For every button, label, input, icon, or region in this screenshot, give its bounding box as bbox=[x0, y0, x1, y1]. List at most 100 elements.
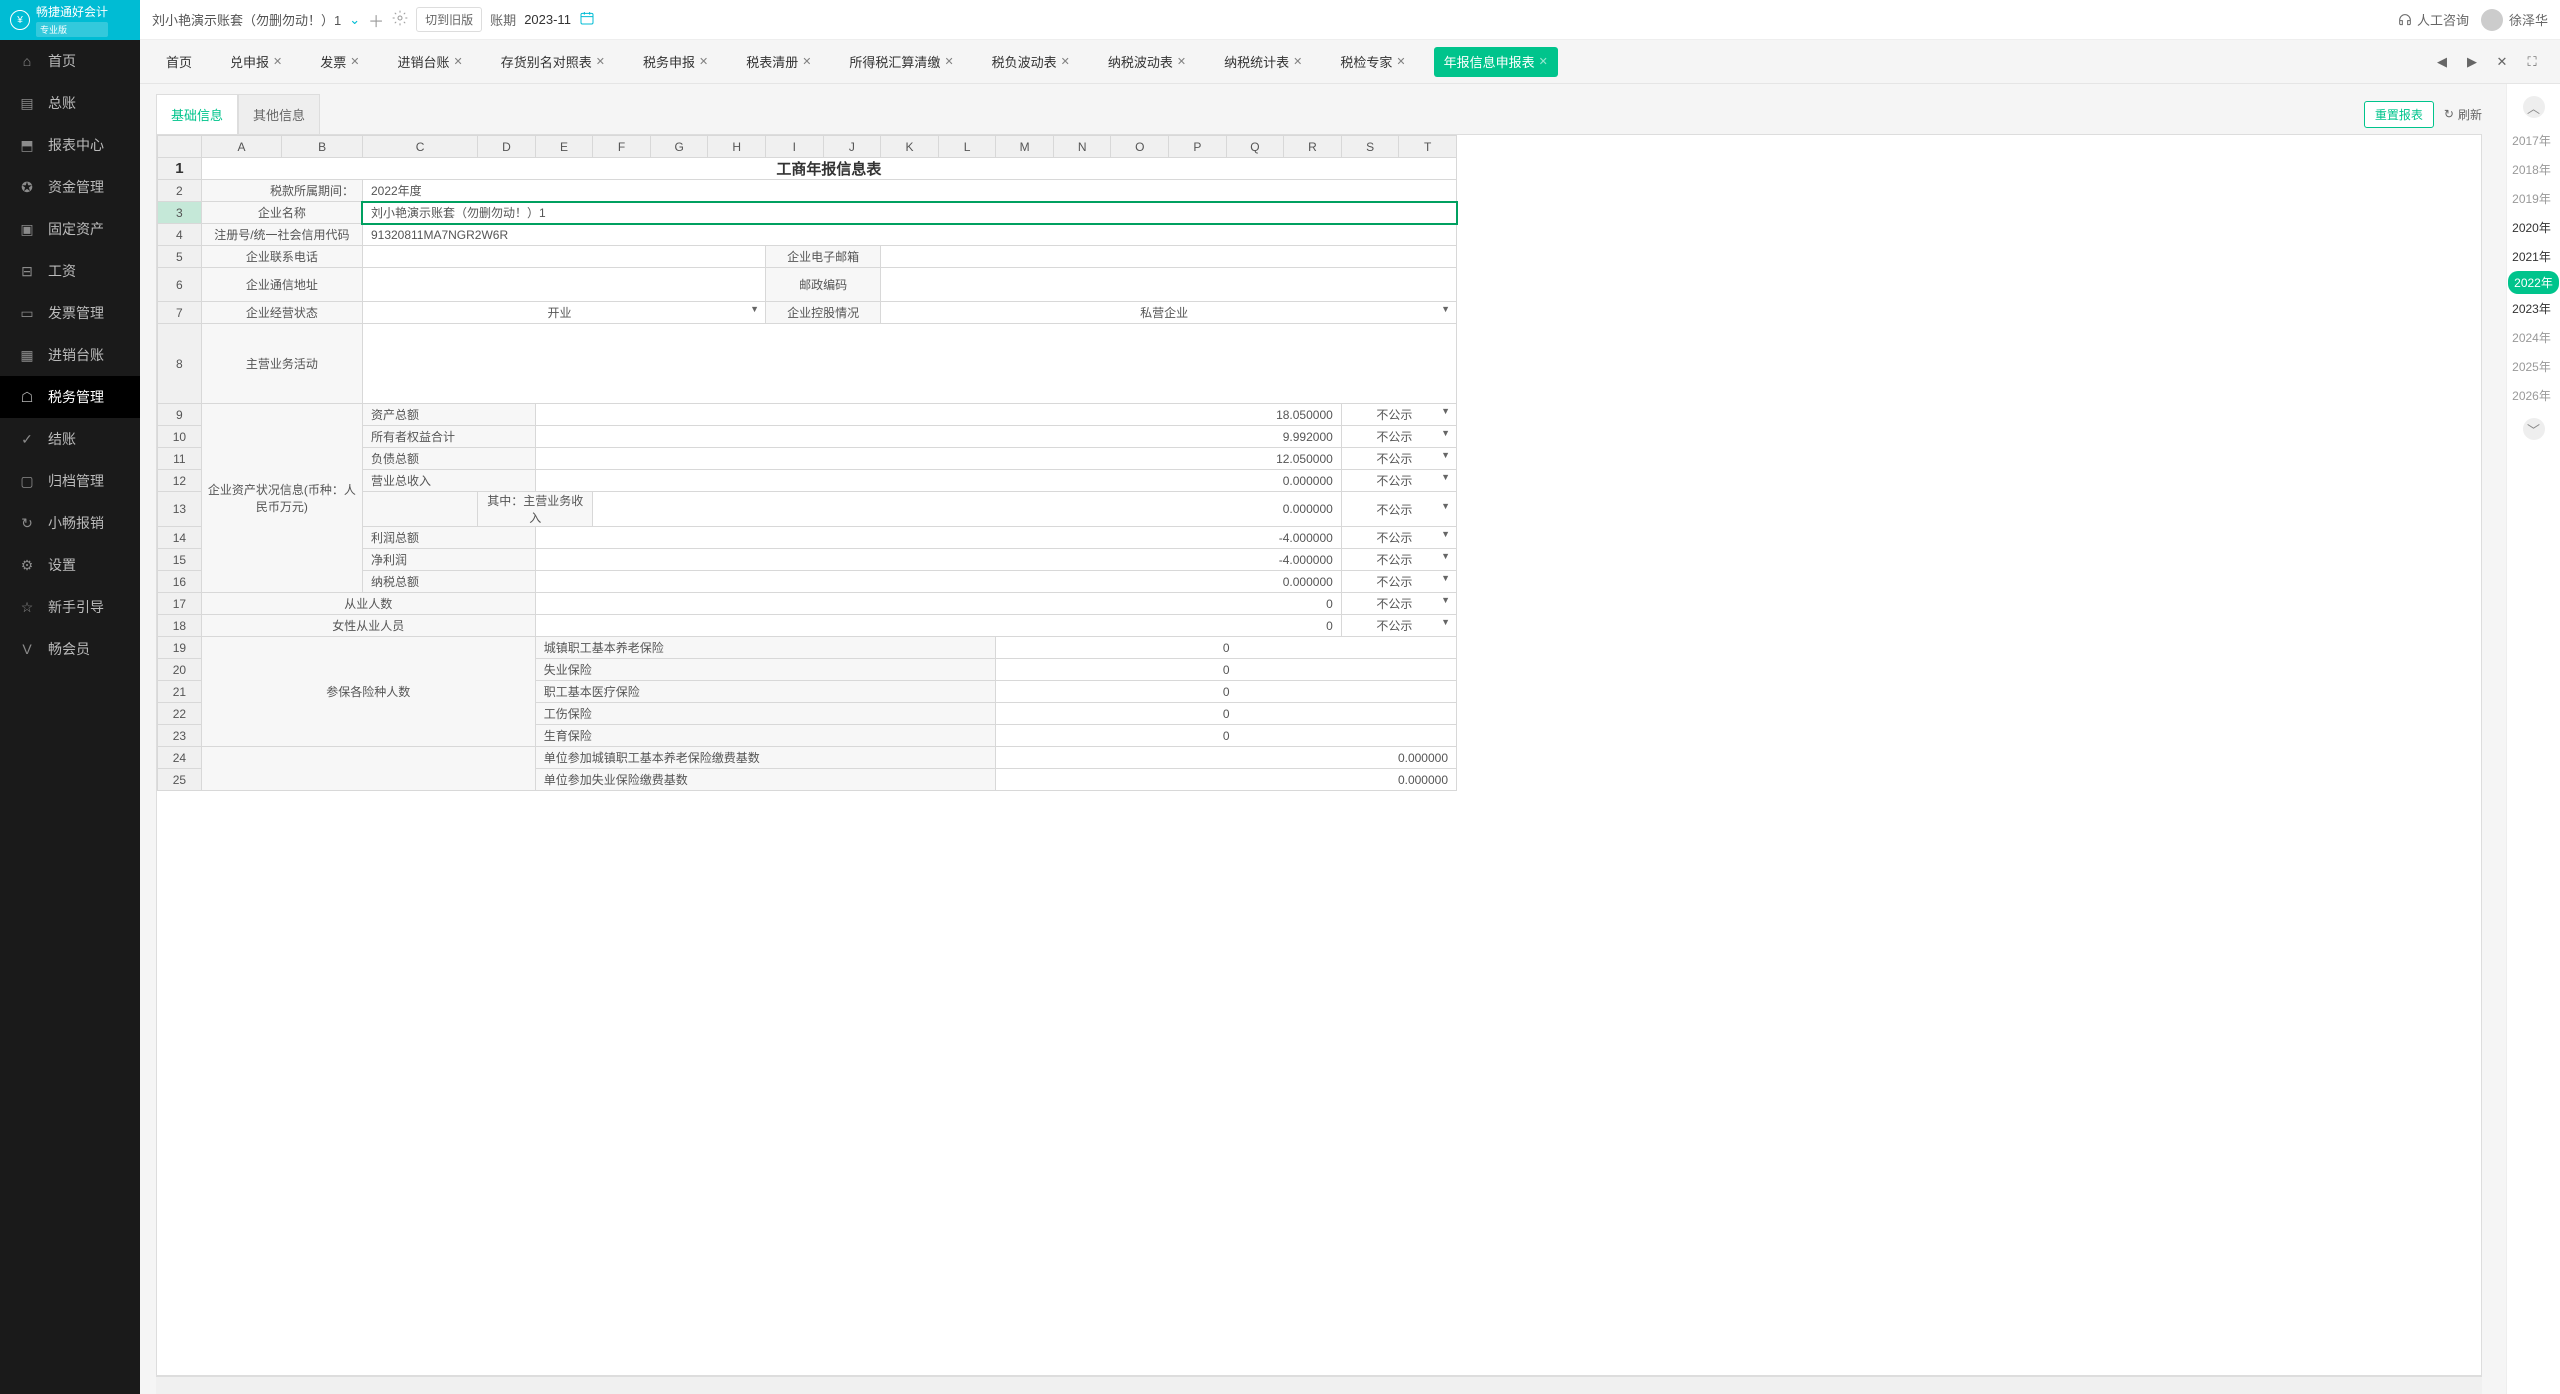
add-account-button[interactable]: ＋ bbox=[368, 8, 384, 32]
tab-close-icon[interactable]: ✕ bbox=[273, 55, 282, 68]
nav-item-14[interactable]: V畅会员 bbox=[0, 628, 140, 670]
row-header[interactable]: 22 bbox=[158, 703, 202, 725]
row-header[interactable]: 1 bbox=[158, 158, 202, 180]
col-header[interactable]: Q bbox=[1226, 136, 1284, 158]
insurance-value[interactable]: 0 bbox=[996, 659, 1457, 681]
subtab-basic[interactable]: 基础信息 bbox=[156, 94, 238, 134]
publish-select[interactable]: 不公示 bbox=[1341, 571, 1456, 593]
tab-close-icon[interactable]: ✕ bbox=[944, 55, 953, 68]
tab-close-icon[interactable]: ✕ bbox=[1061, 55, 1070, 68]
status-value[interactable]: 开业 bbox=[362, 302, 765, 324]
col-header[interactable]: N bbox=[1053, 136, 1111, 158]
row-header[interactable]: 9 bbox=[158, 404, 202, 426]
nav-item-7[interactable]: ▦进销台账 bbox=[0, 334, 140, 376]
tab-2[interactable]: 发票✕ bbox=[310, 47, 369, 77]
col-header[interactable]: A bbox=[201, 136, 282, 158]
fin-value[interactable]: 0.000000 bbox=[535, 571, 1341, 593]
year-item[interactable]: 2019年 bbox=[2508, 184, 2559, 213]
nav-item-6[interactable]: ▭发票管理 bbox=[0, 292, 140, 334]
tab-0[interactable]: 首页 bbox=[156, 47, 202, 77]
row-header[interactable]: 13 bbox=[158, 492, 202, 527]
publish-select[interactable]: 不公示 bbox=[1341, 448, 1456, 470]
col-header[interactable]: E bbox=[535, 136, 593, 158]
tab-10[interactable]: 纳税统计表✕ bbox=[1214, 47, 1312, 77]
year-item[interactable]: 2018年 bbox=[2508, 155, 2559, 184]
nav-item-4[interactable]: ▣固定资产 bbox=[0, 208, 140, 250]
row-header[interactable]: 16 bbox=[158, 571, 202, 593]
row-header[interactable]: 2 bbox=[158, 180, 202, 202]
row-header[interactable]: 5 bbox=[158, 246, 202, 268]
col-header[interactable]: O bbox=[1111, 136, 1169, 158]
year-item[interactable]: 2022年 bbox=[2508, 271, 2559, 294]
insurance-value[interactable]: 0 bbox=[996, 725, 1457, 747]
row-header[interactable]: 10 bbox=[158, 426, 202, 448]
publish-select[interactable]: 不公示 bbox=[1341, 426, 1456, 448]
fin-value[interactable]: 12.050000 bbox=[535, 448, 1341, 470]
row-header[interactable]: 20 bbox=[158, 659, 202, 681]
tab-12[interactable]: 年报信息申报表✕ bbox=[1434, 47, 1558, 77]
fullscreen-button[interactable]: ⛶ bbox=[2520, 50, 2544, 74]
year-item[interactable]: 2021年 bbox=[2508, 242, 2559, 271]
support-link[interactable]: 人工咨询 bbox=[2397, 10, 2469, 29]
row-header[interactable]: 17 bbox=[158, 593, 202, 615]
nav-item-12[interactable]: ⚙设置 bbox=[0, 544, 140, 586]
switch-old-button[interactable]: 切到旧版 bbox=[416, 7, 482, 32]
corner-cell[interactable] bbox=[158, 136, 202, 158]
horizontal-scrollbar[interactable] bbox=[156, 1376, 2482, 1394]
fin-value[interactable]: -4.000000 bbox=[535, 549, 1341, 571]
publish-select[interactable]: 不公示 bbox=[1341, 593, 1456, 615]
tab-1[interactable]: 兑申报✕ bbox=[220, 47, 292, 77]
nav-item-11[interactable]: ↻小畅报销 bbox=[0, 502, 140, 544]
publish-select[interactable]: 不公示 bbox=[1341, 492, 1456, 527]
year-item[interactable]: 2023年 bbox=[2508, 294, 2559, 323]
col-header[interactable]: T bbox=[1399, 136, 1457, 158]
tab-next-button[interactable]: ▶ bbox=[2460, 50, 2484, 74]
insurance-value[interactable]: 0 bbox=[996, 681, 1457, 703]
tab-9[interactable]: 纳税波动表✕ bbox=[1098, 47, 1196, 77]
nav-item-8[interactable]: ☖税务管理 bbox=[0, 376, 140, 418]
tab-close-icon[interactable]: ✕ bbox=[699, 55, 708, 68]
row-header[interactable]: 4 bbox=[158, 224, 202, 246]
row-header[interactable]: 24 bbox=[158, 747, 202, 769]
insurance-value[interactable]: 0 bbox=[996, 637, 1457, 659]
year-up-button[interactable]: ︿ bbox=[2523, 96, 2545, 118]
fin-value[interactable]: 9.992000 bbox=[535, 426, 1341, 448]
reset-report-button[interactable]: 重置报表 bbox=[2364, 101, 2434, 128]
publish-select[interactable]: 不公示 bbox=[1341, 549, 1456, 571]
tab-3[interactable]: 进销台账✕ bbox=[387, 47, 472, 77]
row-header[interactable]: 11 bbox=[158, 448, 202, 470]
year-item[interactable]: 2026年 bbox=[2508, 381, 2559, 410]
nav-item-3[interactable]: ✪资金管理 bbox=[0, 166, 140, 208]
nav-item-10[interactable]: ▢归档管理 bbox=[0, 460, 140, 502]
publish-select[interactable]: 不公示 bbox=[1341, 470, 1456, 492]
col-header[interactable]: P bbox=[1169, 136, 1227, 158]
nav-item-1[interactable]: ▤总账 bbox=[0, 82, 140, 124]
col-header[interactable]: R bbox=[1284, 136, 1342, 158]
period-value[interactable]: 2023-11 bbox=[524, 12, 571, 27]
col-header[interactable]: K bbox=[881, 136, 939, 158]
vertical-scrollbar[interactable] bbox=[2494, 84, 2506, 1394]
row-header[interactable]: 6 bbox=[158, 268, 202, 302]
col-header[interactable]: F bbox=[593, 136, 651, 158]
col-header[interactable]: J bbox=[823, 136, 881, 158]
base-value[interactable]: 0.000000 bbox=[996, 747, 1457, 769]
main-biz-value[interactable] bbox=[362, 324, 1456, 404]
user-menu[interactable]: 徐泽华 bbox=[2481, 9, 2548, 31]
row-header[interactable]: 8 bbox=[158, 324, 202, 404]
tab-close-icon[interactable]: ✕ bbox=[454, 55, 463, 68]
col-header[interactable]: S bbox=[1341, 136, 1399, 158]
tab-close-icon[interactable]: ✕ bbox=[596, 55, 605, 68]
tab-close-icon[interactable]: ✕ bbox=[1293, 55, 1302, 68]
refresh-button[interactable]: ↻ 刷新 bbox=[2444, 106, 2482, 123]
row-header[interactable]: 12 bbox=[158, 470, 202, 492]
year-item[interactable]: 2017年 bbox=[2508, 126, 2559, 155]
tab-close-icon[interactable]: ✕ bbox=[1396, 55, 1405, 68]
female-value[interactable]: 0 bbox=[535, 615, 1341, 637]
publish-select[interactable]: 不公示 bbox=[1341, 404, 1456, 426]
fin-value[interactable]: 0.000000 bbox=[535, 470, 1341, 492]
year-item[interactable]: 2024年 bbox=[2508, 323, 2559, 352]
account-selector[interactable]: 刘小艳演示账套（勿删勿动！）1 ⌄ bbox=[152, 10, 360, 29]
reg-value[interactable]: 91320811MA7NGR2W6R bbox=[362, 224, 1456, 246]
row-header[interactable]: 19 bbox=[158, 637, 202, 659]
insurance-value[interactable]: 0 bbox=[996, 703, 1457, 725]
